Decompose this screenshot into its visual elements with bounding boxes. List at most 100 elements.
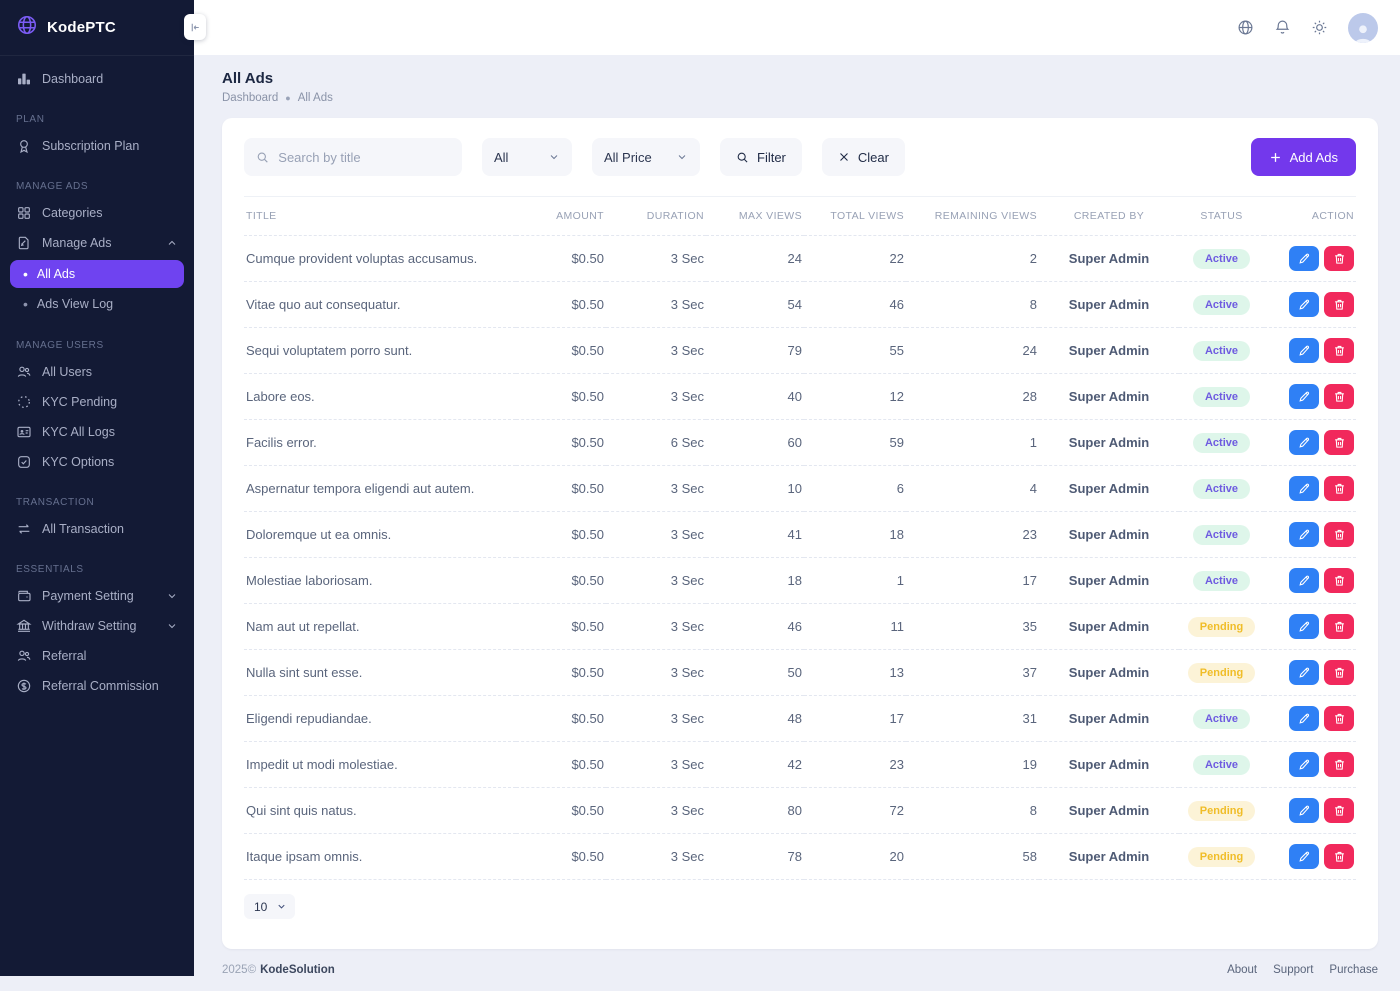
status-cell: Active [1179, 235, 1264, 282]
per-page-select[interactable]: 10 [244, 894, 295, 919]
trash-icon [1334, 805, 1344, 816]
add-ads-button[interactable]: Add Ads [1250, 138, 1356, 176]
delete-button[interactable] [1324, 660, 1354, 685]
amount-cell: $0.50 [516, 235, 606, 282]
filter-button[interactable]: Filter [720, 138, 802, 176]
language-globe-button[interactable] [1237, 19, 1254, 36]
footer-link-purchase[interactable]: Purchase [1329, 964, 1378, 976]
action-cell [1264, 235, 1356, 282]
edit-button[interactable] [1289, 568, 1319, 593]
action-cell [1264, 695, 1356, 742]
company-link[interactable]: KodeSolution [260, 964, 335, 976]
status-cell: Pending [1179, 603, 1264, 650]
action-cell [1264, 787, 1356, 834]
sidebar-item-referral-commission[interactable]: Referral Commission [0, 671, 194, 701]
edit-button[interactable] [1289, 384, 1319, 409]
ad-title-cell: Eligendi repudiandae. [244, 695, 516, 742]
price-filter-select[interactable]: All Price [592, 138, 700, 176]
sidebar-collapse-button[interactable] [184, 14, 206, 40]
created-by-cell: Super Admin [1039, 511, 1179, 558]
footer-link-about[interactable]: About [1227, 964, 1257, 976]
sidebar-item-subscription-plan[interactable]: Subscription Plan [0, 131, 194, 161]
ad-title-cell: Itaque ipsam omnis. [244, 833, 516, 880]
edit-button[interactable] [1289, 338, 1319, 363]
sidebar-item-categories[interactable]: Manage Ads Categories [0, 198, 194, 228]
edit-button[interactable] [1289, 844, 1319, 869]
delete-button[interactable] [1324, 430, 1354, 455]
trash-icon [1334, 529, 1344, 540]
theme-toggle-button[interactable] [1311, 19, 1328, 36]
user-avatar[interactable] [1348, 12, 1378, 43]
filter-bar: All All Price Filter Clear Add Ads [222, 118, 1378, 196]
delete-button[interactable] [1324, 568, 1354, 593]
col-status: STATUS [1179, 196, 1264, 236]
delete-button[interactable] [1324, 798, 1354, 823]
action-cell [1264, 419, 1356, 466]
edit-button[interactable] [1289, 430, 1319, 455]
delete-button[interactable] [1324, 844, 1354, 869]
delete-button[interactable] [1324, 292, 1354, 317]
delete-button[interactable] [1324, 752, 1354, 777]
pencil-icon [1298, 483, 1309, 494]
delete-button[interactable] [1324, 384, 1354, 409]
breadcrumb-current: All Ads [297, 92, 333, 104]
edit-button[interactable] [1289, 522, 1319, 547]
remaining-views-cell: 28 [906, 373, 1039, 420]
sidebar-item-all-users[interactable]: All Users [0, 357, 194, 387]
delete-button[interactable] [1324, 706, 1354, 731]
pencil-icon [1298, 851, 1309, 862]
award-icon [20, 140, 28, 154]
remaining-views-cell: 2 [906, 235, 1039, 282]
action-cell [1264, 557, 1356, 604]
brand[interactable]: KodePTC [0, 0, 194, 56]
delete-button[interactable] [1324, 246, 1354, 271]
sidebar-subitem-ads-view-log[interactable]: • Ads View Log [10, 290, 184, 318]
trash-icon [1334, 667, 1344, 678]
col-created-by: CREATED BY [1039, 196, 1179, 236]
duration-cell: 3 Sec [606, 603, 706, 650]
edit-button[interactable] [1289, 752, 1319, 777]
edit-button[interactable] [1289, 246, 1319, 271]
sidebar-item-withdraw-setting[interactable]: Withdraw Setting [0, 611, 194, 641]
delete-button[interactable] [1324, 614, 1354, 639]
total-views-cell: 59 [804, 419, 906, 466]
col-total-views: TOTAL VIEWS [804, 196, 906, 236]
id-card-icon [17, 426, 31, 438]
clear-button[interactable]: Clear [821, 138, 905, 176]
sidebar-item-kyc-all-logs[interactable]: KYC All Logs [0, 417, 194, 447]
ad-title-cell: Labore eos. [244, 373, 516, 420]
sidebar-item-all-transaction[interactable]: All Transaction [0, 514, 194, 544]
sidebar-item-kyc-pending[interactable]: KYC Pending [0, 387, 194, 417]
edit-button[interactable] [1289, 798, 1319, 823]
delete-button[interactable] [1324, 476, 1354, 501]
edit-button[interactable] [1289, 660, 1319, 685]
max-views-cell: 50 [706, 649, 804, 696]
edit-button[interactable] [1289, 292, 1319, 317]
search-input[interactable] [278, 149, 450, 165]
breadcrumb-dashboard-link[interactable]: Dashboard [222, 92, 278, 104]
sidebar-item-referral[interactable]: Referral [0, 641, 194, 671]
users-icon [17, 366, 31, 377]
edit-button[interactable] [1289, 614, 1319, 639]
sidebar-subitem-all-ads[interactable]: • All Ads [10, 260, 184, 288]
delete-button[interactable] [1324, 522, 1354, 547]
max-views-cell: 41 [706, 511, 804, 558]
trash-icon [1334, 391, 1344, 402]
copyright: 2025© KodeSolution [222, 964, 335, 976]
status-badge: Active [1192, 478, 1251, 499]
max-views-cell: 80 [706, 787, 804, 834]
edit-button[interactable] [1289, 706, 1319, 731]
footer-link-support[interactable]: Support [1273, 964, 1313, 976]
sidebar-item-kyc-options[interactable]: KYC Options [0, 447, 194, 477]
delete-button[interactable] [1324, 338, 1354, 363]
transfer-icon [18, 524, 30, 534]
chevron-up-icon [168, 240, 176, 245]
sidebar-item-payment-setting[interactable]: Payment Setting [0, 581, 194, 611]
notifications-button[interactable] [1274, 19, 1291, 36]
status-filter-select[interactable]: All [482, 138, 572, 176]
status-cell: Active [1179, 557, 1264, 604]
sidebar-item-manage-ads[interactable]: Manage Ads [0, 228, 194, 258]
edit-button[interactable] [1289, 476, 1319, 501]
sidebar-item-dashboard[interactable]: Dashboard [0, 64, 194, 94]
status-badge: Pending [1187, 662, 1256, 683]
